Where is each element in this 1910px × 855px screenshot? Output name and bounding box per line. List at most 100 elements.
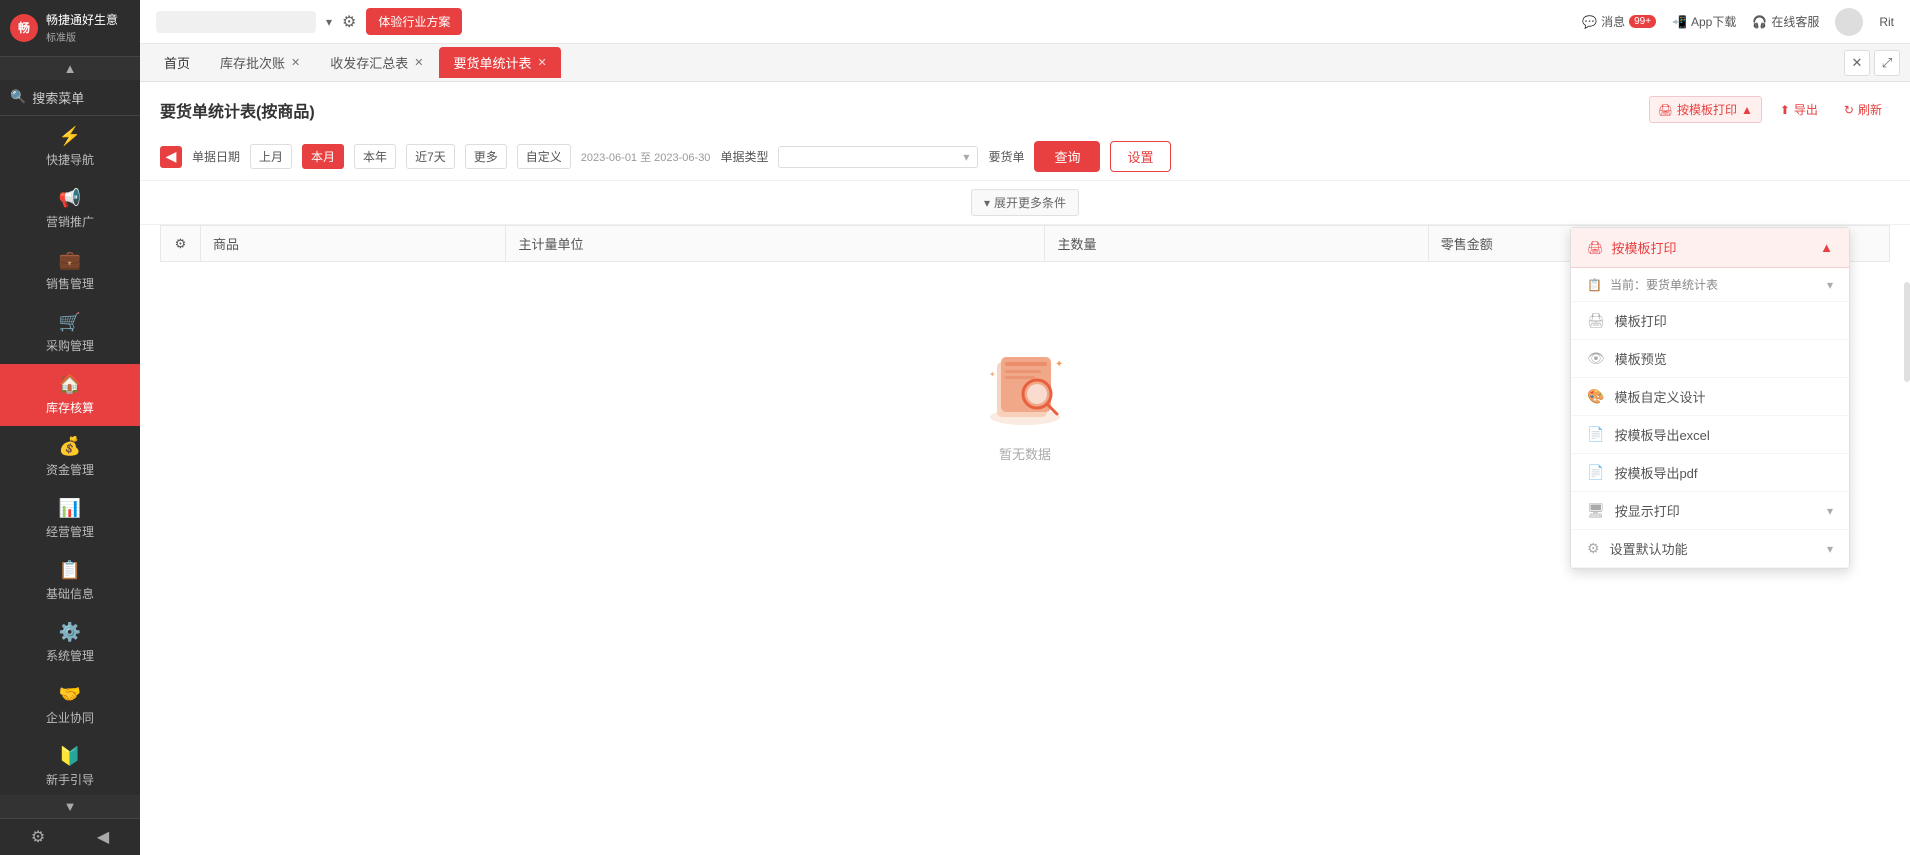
table-header-unit: 主计量单位 (506, 226, 1045, 262)
sidebar-item-operation[interactable]: 📊 经营管理 (0, 488, 140, 550)
close-all-tabs-button[interactable]: ✕ (1844, 50, 1870, 76)
display-print-icon: 🖥 (1587, 502, 1605, 519)
template-icon: 📋 (1587, 278, 1602, 292)
download-icon: 📲 (1672, 15, 1687, 29)
tab-order-stats[interactable]: 要货单统计表 ✕ (439, 47, 560, 78)
sidebar-item-shortcut[interactable]: ⚡ 快捷导航 (0, 116, 140, 178)
sidebar-scroll-down[interactable]: ▼ (0, 795, 140, 818)
template-print-icon: 🖨 (1587, 312, 1605, 329)
filter-toggle-button[interactable]: ◀ (160, 146, 182, 168)
date-btn-custom[interactable]: 自定义 (517, 144, 571, 169)
sidebar-item-basic[interactable]: 📋 基础信息 (0, 550, 140, 612)
main-area: ▾ ⚙ 体验行业方案 💬 消息 99+ 📲 App下载 🎧 在线客服 Rit (140, 0, 1910, 855)
online-service-button[interactable]: 🎧 在线客服 (1752, 13, 1819, 30)
date-label: 单据日期 (192, 148, 240, 165)
expand-more-button[interactable]: ▾ 展开更多条件 (971, 189, 1079, 216)
tab-inventory-batch-close[interactable]: ✕ (291, 56, 300, 69)
maximize-button[interactable]: ⤢ (1874, 50, 1900, 76)
table-header-goods: 商品 (201, 226, 506, 262)
dropdown-item-template-design[interactable]: 🎨 模板自定义设计 (1571, 378, 1849, 416)
trial-button[interactable]: 体验行业方案 (366, 8, 462, 35)
tab-receipt-summary-close[interactable]: ✕ (414, 56, 423, 69)
current-template-row: 📋 当前：要货单统计表 ▾ (1571, 268, 1849, 302)
sidebar-label-operation: 经营管理 (46, 523, 94, 540)
finance-icon: 💰 (59, 436, 81, 457)
date-btn-more[interactable]: 更多 (465, 144, 507, 169)
date-btn-this-year[interactable]: 本年 (354, 144, 396, 169)
export-icon: ⬆ (1780, 103, 1790, 117)
guide-icon: 🔰 (59, 746, 81, 767)
dropdown-item-template-preview[interactable]: 👁 模板预览 (1571, 340, 1849, 378)
dropdown-item-template-pdf[interactable]: 📄 按模板导出pdf (1571, 454, 1849, 492)
sidebar-item-guide[interactable]: 🔰 新手引导 (0, 736, 140, 795)
sidebar-label-shortcut: 快捷导航 (46, 151, 94, 168)
sidebar-item-finance[interactable]: 💰 资金管理 (0, 426, 140, 488)
collapse-icon[interactable]: ◀ (97, 827, 109, 847)
page-header: 要货单统计表(按商品) 🖨 按模板打印 ▲ ⬆ 导出 ↻ 刷新 (140, 82, 1910, 133)
marketing-icon: 📢 (59, 188, 81, 209)
query-button[interactable]: 查询 (1034, 141, 1100, 172)
avatar[interactable] (1835, 8, 1863, 36)
dropdown-item-display-print[interactable]: 🖥 按显示打印 ▾ (1571, 492, 1849, 530)
topbar-dropdown-arrow[interactable]: ▾ (326, 15, 332, 29)
sidebar-item-enterprise[interactable]: 🤝 企业协同 (0, 674, 140, 736)
refresh-button[interactable]: ↻ 刷新 (1836, 97, 1890, 122)
shortcut-icon: ⚡ (59, 126, 81, 147)
message-label: 消息 (1601, 13, 1625, 30)
dropdown-item-template-print[interactable]: 🖨 模板打印 (1571, 302, 1849, 340)
message-button[interactable]: 💬 消息 99+ (1582, 13, 1656, 30)
settings-icon[interactable]: ⚙ (31, 827, 45, 847)
export-button[interactable]: ⬆ 导出 (1772, 97, 1826, 122)
order-type-chevron-icon: ▾ (963, 150, 969, 164)
operation-icon: 📊 (59, 498, 81, 519)
template-preview-label: 模板预览 (1615, 349, 1667, 368)
sidebar-label-enterprise: 企业协同 (46, 709, 94, 726)
date-range-display: 2023-06-01 至 2023-06-30 (581, 149, 711, 165)
tab-order-stats-label: 要货单统计表 (453, 53, 531, 72)
sidebar-search[interactable]: 🔍 搜索菜单 (0, 80, 140, 116)
dropdown-item-template-excel[interactable]: 📄 按模板导出excel (1571, 416, 1849, 454)
dropdown-header-left: 🖨 按模板打印 (1587, 238, 1677, 257)
app-download-button[interactable]: 📲 App下载 (1672, 13, 1736, 30)
order-type-select[interactable]: ▾ (778, 146, 978, 168)
sidebar-item-inventory[interactable]: 🏠 库存核算 (0, 364, 140, 426)
sidebar-item-system[interactable]: ⚙️ 系统管理 (0, 612, 140, 674)
sidebar-item-marketing[interactable]: 📢 营销推广 (0, 178, 140, 240)
refresh-icon: ↻ (1844, 103, 1854, 117)
tab-receipt-summary[interactable]: 收发存汇总表 ✕ (316, 47, 437, 78)
table-header-settings[interactable]: ⚙ (161, 226, 201, 262)
table-header-quantity: 主数量 (1045, 226, 1428, 262)
sidebar-label-basic: 基础信息 (46, 585, 94, 602)
tab-inventory-batch[interactable]: 库存批次账 ✕ (206, 47, 314, 78)
app-download-label: App下载 (1691, 13, 1736, 30)
date-btn-this-month[interactable]: 本月 (302, 144, 344, 169)
username-label: Rit (1879, 15, 1894, 29)
sidebar-label-system: 系统管理 (46, 647, 94, 664)
tab-home[interactable]: 首页 (150, 47, 204, 78)
setting-button[interactable]: 设置 (1110, 141, 1170, 172)
topbar-gear-icon[interactable]: ⚙ (342, 12, 356, 32)
date-btn-last-month[interactable]: 上月 (250, 144, 292, 169)
topbar-search-input[interactable] (156, 11, 316, 33)
sales-icon: 💼 (59, 250, 81, 271)
scrollbar[interactable] (1904, 282, 1910, 382)
topbar-right: 💬 消息 99+ 📲 App下载 🎧 在线客服 Rit (1582, 8, 1894, 36)
dropdown-item-set-default[interactable]: ⚙ 设置默认功能 ▾ (1571, 530, 1849, 568)
sidebar-item-sales[interactable]: 💼 销售管理 (0, 240, 140, 302)
date-btn-7days[interactable]: 近7天 (406, 144, 455, 169)
sidebar-label-finance: 资金管理 (46, 461, 94, 478)
print-template-button[interactable]: 🖨 按模板打印 ▲ (1649, 96, 1762, 123)
print-dropdown: 🖨 按模板打印 ▲ 📋 当前：要货单统计表 ▾ 🖨 模板打印 👁 模板预览 (1570, 227, 1850, 569)
app-edition: 标准版 (46, 29, 118, 44)
sidebar-nav: ⚡ 快捷导航 📢 营销推广 💼 销售管理 🛒 采购管理 🏠 库存核算 💰 资金管… (0, 116, 140, 795)
tab-order-stats-close[interactable]: ✕ (538, 56, 547, 69)
sidebar-item-purchase[interactable]: 🛒 采购管理 (0, 302, 140, 364)
sidebar-scroll-up[interactable]: ▲ (0, 57, 140, 80)
sidebar: 畅 畅捷通好生意 标准版 ▲ 🔍 搜索菜单 ⚡ 快捷导航 📢 营销推广 💼 销售… (0, 0, 140, 855)
template-chevron-icon[interactable]: ▾ (1827, 278, 1833, 292)
order-type-label: 单据类型 (720, 148, 768, 165)
set-default-left: ⚙ 设置默认功能 (1587, 539, 1688, 558)
expand-more-label: 展开更多条件 (994, 194, 1066, 211)
topbar: ▾ ⚙ 体验行业方案 💬 消息 99+ 📲 App下载 🎧 在线客服 Rit (140, 0, 1910, 44)
dropdown-close-icon[interactable]: ▲ (1820, 240, 1833, 255)
